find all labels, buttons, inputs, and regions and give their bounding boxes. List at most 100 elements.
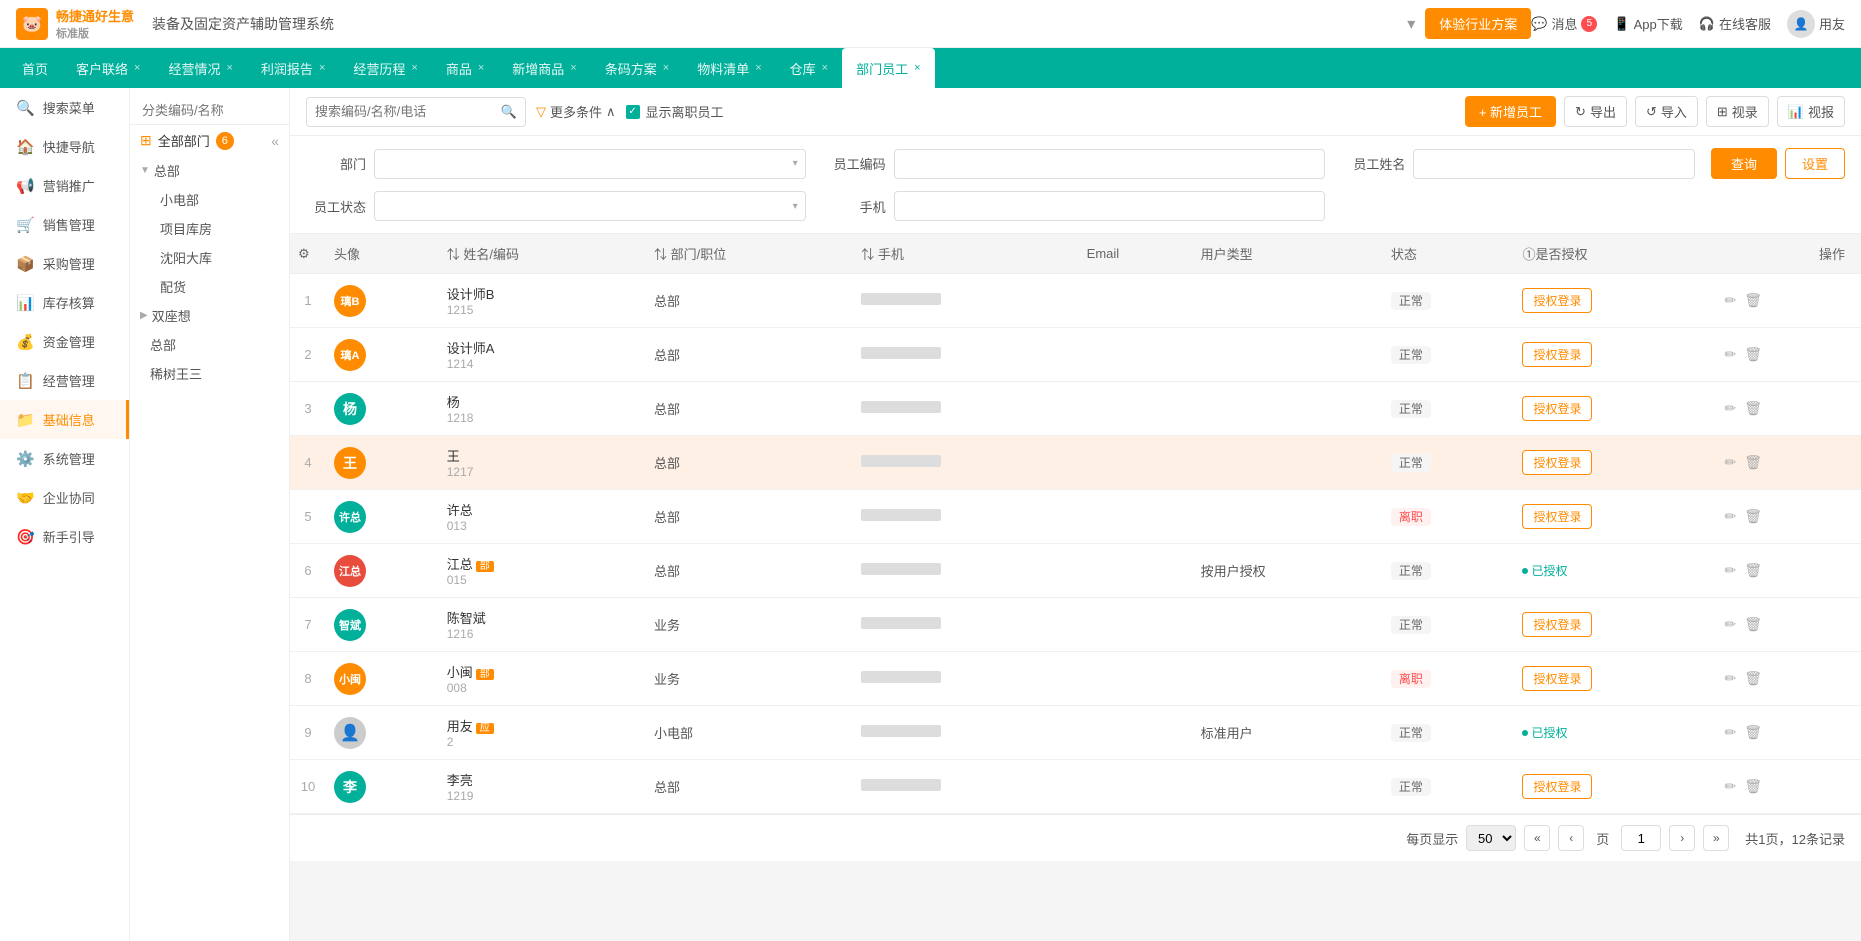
dept-select[interactable] [374, 149, 806, 179]
delete-icon[interactable]: 🗑 [1744, 562, 1762, 579]
edit-icon[interactable]: ✏ [1724, 562, 1736, 579]
tab-barcode[interactable]: 条码方案× [591, 48, 683, 88]
delete-icon[interactable]: 🗑 [1744, 400, 1762, 417]
app-download-btn[interactable]: 📱 App下载 [1613, 14, 1682, 33]
delete-icon[interactable]: 🗑 [1744, 670, 1762, 687]
col-dept[interactable]: ⇅ 部门/职位 [646, 234, 853, 274]
sidebar-item-collab[interactable]: 🤝 企业协同 [0, 478, 129, 517]
edit-icon[interactable]: ✏ [1724, 400, 1736, 417]
tab-customer[interactable]: 客户联络× [62, 48, 154, 88]
delete-icon[interactable]: 🗑 [1744, 778, 1762, 795]
tree-node-zongbu-parent[interactable]: ▼ 总部 [130, 156, 289, 185]
per-page-select[interactable]: 50 100 [1466, 825, 1516, 851]
tree-node-xiangmu[interactable]: 项目库房 [130, 214, 289, 243]
resign-checkbox[interactable]: ✓ [626, 105, 640, 119]
close-newgoods-icon[interactable]: × [570, 62, 576, 74]
tab-new-goods[interactable]: 新增商品× [498, 48, 590, 88]
show-resign-toggle[interactable]: ✓ 显示离职员工 [626, 102, 724, 121]
close-barcode-icon[interactable]: × [663, 62, 669, 74]
page-first-btn[interactable]: « [1524, 825, 1550, 851]
tab-bom[interactable]: 物料清单× [683, 48, 775, 88]
sidebar-item-guide[interactable]: 🎯 新手引导 [0, 517, 129, 556]
sidebar-item-purchase[interactable]: 📦 采购管理 [0, 244, 129, 283]
auth-login-btn[interactable]: 授权登录 [1522, 342, 1592, 367]
delete-icon[interactable]: 🗑 [1744, 292, 1762, 309]
auth-login-btn[interactable]: 授权登录 [1522, 666, 1592, 691]
search-icon[interactable]: 🔍 [501, 104, 517, 120]
sidebar-item-finance[interactable]: 💰 资金管理 [0, 322, 129, 361]
close-operation-icon[interactable]: × [226, 62, 232, 74]
auth-login-btn[interactable]: 授权登录 [1522, 612, 1592, 637]
page-input[interactable] [1621, 825, 1661, 851]
sidebar-item-inventory[interactable]: 📊 库存核算 [0, 283, 129, 322]
tree-node-peihuo[interactable]: 配货 [130, 272, 289, 301]
auth-login-btn[interactable]: 授权登录 [1522, 396, 1592, 421]
page-last-btn[interactable]: » [1703, 825, 1729, 851]
empstatus-select[interactable] [374, 191, 806, 221]
tab-dept-employee[interactable]: 部门员工× [842, 48, 934, 88]
tab-history[interactable]: 经营历程× [339, 48, 431, 88]
empname-input[interactable] [1413, 149, 1695, 179]
edit-icon[interactable]: ✏ [1724, 670, 1736, 687]
sidebar-item-basic[interactable]: 📁 基础信息 [0, 400, 129, 439]
edit-icon[interactable]: ✏ [1724, 508, 1736, 525]
sidebar-item-sales[interactable]: 🛒 销售管理 [0, 205, 129, 244]
export-btn[interactable]: ↻ 导出 [1564, 96, 1627, 127]
tree-node-shenyang[interactable]: 沈阳大库 [130, 243, 289, 272]
dept-tree-header[interactable]: ⊞ 全部部门 6 « [130, 125, 289, 156]
tree-collapse-icon[interactable]: « [271, 133, 279, 149]
dept-search-input[interactable] [142, 103, 290, 118]
col-name[interactable]: ⇅ 姓名/编码 [439, 234, 646, 274]
tab-profit[interactable]: 利润报告× [247, 48, 339, 88]
col-phone[interactable]: ⇅ 手机 [853, 234, 1078, 274]
auth-login-btn[interactable]: 授权登录 [1522, 450, 1592, 475]
tree-node-xiaodian[interactable]: 小电部 [130, 185, 289, 214]
delete-icon[interactable]: 🗑 [1744, 346, 1762, 363]
settings-icon[interactable]: ▾ [1407, 14, 1415, 34]
tree-node-shuangzuo[interactable]: ▶ 双座想 [130, 301, 289, 330]
set-btn[interactable]: 设置 [1785, 148, 1845, 179]
delete-icon[interactable]: 🗑 [1744, 454, 1762, 471]
empcode-input[interactable] [894, 149, 1326, 179]
close-dept-icon[interactable]: × [914, 62, 920, 74]
search-input[interactable] [315, 104, 495, 119]
trial-button[interactable]: 体验行业方案 [1425, 8, 1531, 39]
edit-icon[interactable]: ✏ [1724, 724, 1736, 741]
close-goods-icon[interactable]: × [478, 62, 484, 74]
view-btn[interactable]: ⊞ 视录 [1706, 96, 1769, 127]
page-next-btn[interactable]: › [1669, 825, 1695, 851]
edit-icon[interactable]: ✏ [1724, 454, 1736, 471]
close-customer-icon[interactable]: × [134, 62, 140, 74]
auth-login-btn[interactable]: 授权登录 [1522, 288, 1592, 313]
more-filter-btn[interactable]: ▽ 更多条件 ∧ [536, 102, 616, 121]
close-profit-icon[interactable]: × [319, 62, 325, 74]
sidebar-item-quicknav[interactable]: 🏠 快捷导航 [0, 127, 129, 166]
auth-login-btn[interactable]: 授权登录 [1522, 774, 1592, 799]
edit-icon[interactable]: ✏ [1724, 346, 1736, 363]
edit-icon[interactable]: ✏ [1724, 778, 1736, 795]
col-settings[interactable]: ⚙ [290, 234, 326, 274]
phone-input[interactable] [894, 191, 1326, 221]
close-bom-icon[interactable]: × [755, 62, 761, 74]
tab-warehouse[interactable]: 仓库× [776, 48, 842, 88]
sidebar-item-mgmt[interactable]: 📋 经营管理 [0, 361, 129, 400]
user-btn[interactable]: 👤 用友 [1787, 10, 1845, 38]
delete-icon[interactable]: 🗑 [1744, 508, 1762, 525]
page-prev-btn[interactable]: ‹ [1558, 825, 1584, 851]
report-btn[interactable]: 📊 视报 [1777, 96, 1845, 127]
message-btn[interactable]: 💬 消息 5 [1531, 14, 1597, 33]
add-employee-btn[interactable]: + 新增员工 [1465, 96, 1556, 127]
auth-login-btn[interactable]: 授权登录 [1522, 504, 1592, 529]
tab-home[interactable]: 首页 [8, 48, 62, 88]
query-btn[interactable]: 查询 [1711, 148, 1777, 179]
sidebar-item-marketing[interactable]: 📢 营销推广 [0, 166, 129, 205]
edit-icon[interactable]: ✏ [1724, 292, 1736, 309]
online-service-btn[interactable]: 🎧 在线客服 [1699, 14, 1771, 33]
close-history-icon[interactable]: × [411, 62, 417, 74]
delete-icon[interactable]: 🗑 [1744, 616, 1762, 633]
edit-icon[interactable]: ✏ [1724, 616, 1736, 633]
tree-node-zongbu2[interactable]: 总部 [130, 330, 289, 359]
sidebar-item-system[interactable]: ⚙️ 系统管理 [0, 439, 129, 478]
delete-icon[interactable]: 🗑 [1744, 724, 1762, 741]
tree-node-xishuwang[interactable]: 稀树王三 [130, 359, 289, 388]
